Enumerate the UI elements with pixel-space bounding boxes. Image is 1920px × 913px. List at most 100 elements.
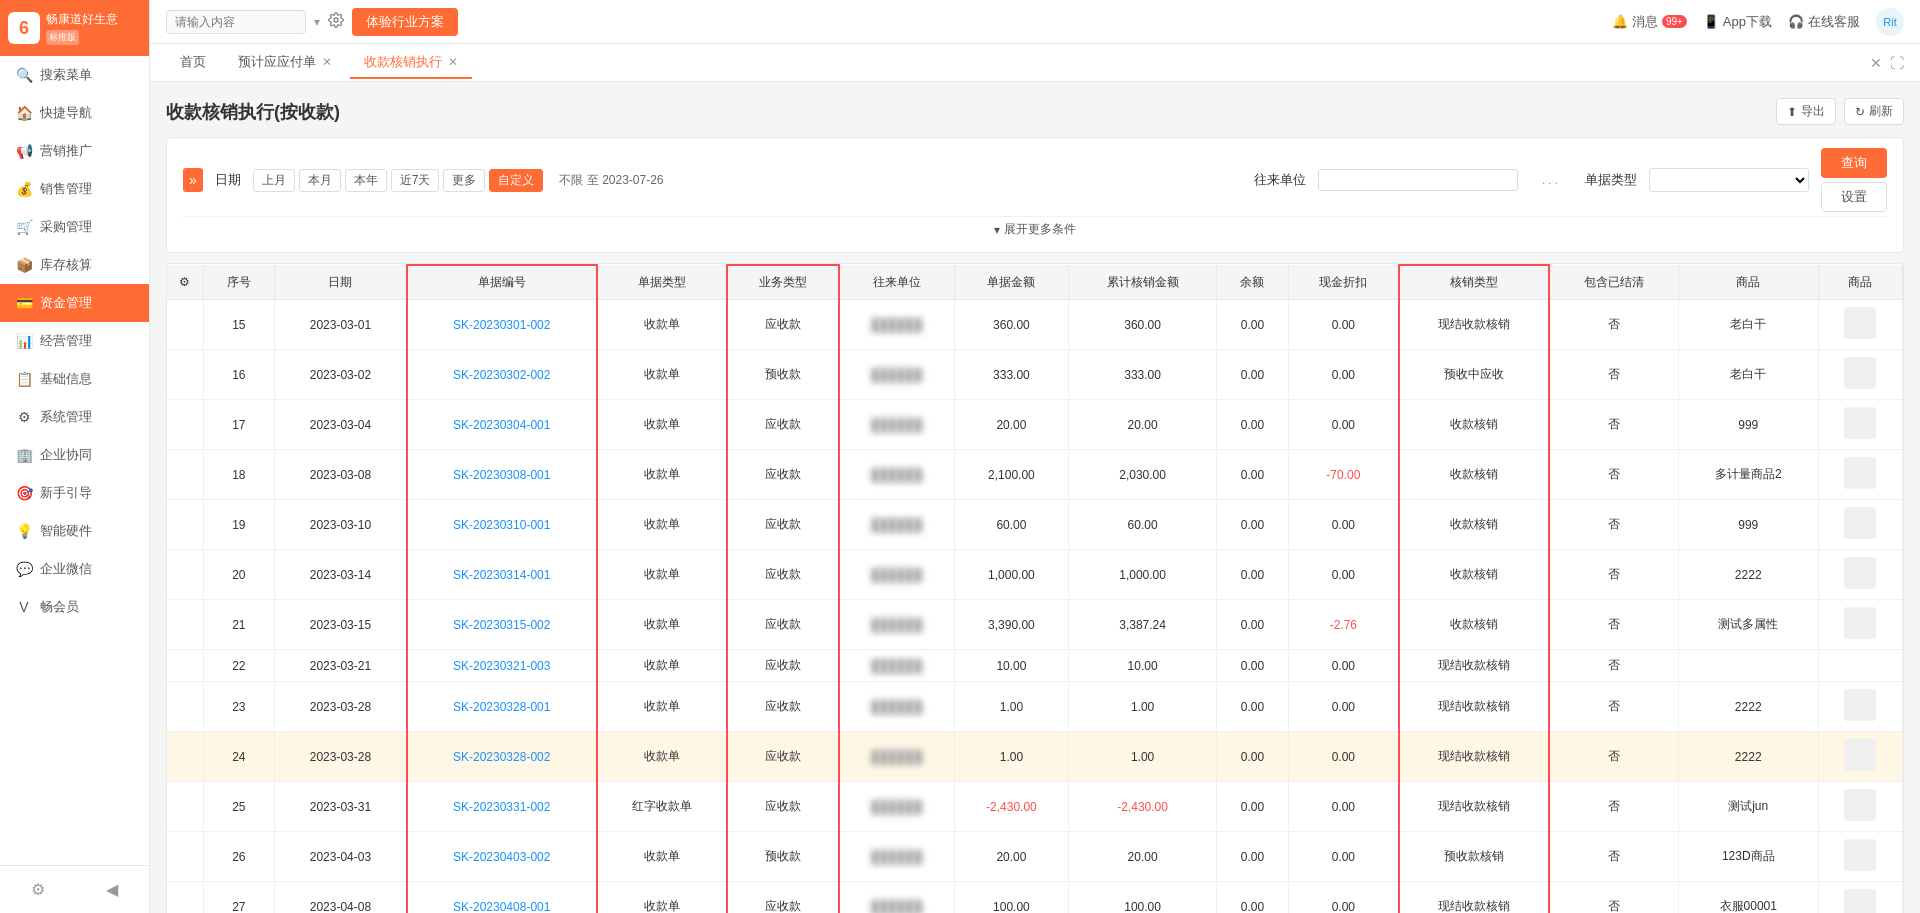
chart-icon: 📊 [16, 333, 32, 349]
filter-date-range: 不限 至 2023-07-26 [559, 172, 663, 189]
cell-counterparty: ██████ [839, 832, 954, 882]
cell-writeoff-type: 收款核销 [1399, 550, 1549, 600]
sidebar-item-inventory[interactable]: 📦 库存核算 [0, 246, 149, 284]
sidebar-item-sales[interactable]: 💰 销售管理 [0, 170, 149, 208]
sidebar-item-enterprise[interactable]: 🏢 企业协同 [0, 436, 149, 474]
sidebar-item-search[interactable]: 🔍 搜索菜单 [0, 56, 149, 94]
voucher-no-link[interactable]: SK-20230308-001 [453, 468, 550, 482]
cell-date: 2023-04-03 [275, 832, 407, 882]
sidebar-item-purchase[interactable]: 🛒 采购管理 [0, 208, 149, 246]
date-last-month-btn[interactable]: 上月 [253, 169, 295, 192]
tab-home[interactable]: 首页 [166, 47, 220, 79]
table-row: 18 2023-03-08 SK-20230308-001 收款单 应收款 ██… [167, 450, 1903, 500]
cell-writeoff-amount: 1.00 [1069, 732, 1217, 782]
tab-collect[interactable]: 收款核销执行 ✕ [350, 47, 472, 79]
cell-checkbox [167, 400, 203, 450]
voucher-no-link[interactable]: SK-20230304-001 [453, 418, 550, 432]
voucher-no-link[interactable]: SK-20230331-002 [453, 800, 550, 814]
date-7days-btn[interactable]: 近7天 [391, 169, 440, 192]
voucher-no-link[interactable]: SK-20230302-002 [453, 368, 550, 382]
cell-amount: 100.00 [954, 882, 1068, 914]
sidebar-item-marketing[interactable]: 📢 营销推广 [0, 132, 149, 170]
chevron-down-icon: ▾ [994, 223, 1000, 237]
table-row: 16 2023-03-02 SK-20230302-002 收款单 预收款 ██… [167, 350, 1903, 400]
cell-checkbox [167, 350, 203, 400]
voucher-no-link[interactable]: SK-20230403-002 [453, 850, 550, 864]
cell-checkbox [167, 732, 203, 782]
cell-amount: 333.00 [954, 350, 1068, 400]
cell-goods: 123D商品 [1678, 832, 1818, 882]
tab-close-all-icon[interactable]: ✕ [1870, 55, 1882, 71]
cell-writeoff-amount: 20.00 [1069, 832, 1217, 882]
user-avatar[interactable]: Rit [1876, 8, 1904, 36]
tab-expand-icon[interactable]: ⛶ [1890, 55, 1904, 71]
cell-cash-discount: 0.00 [1288, 400, 1399, 450]
gear-icon: ⚙ [16, 409, 32, 425]
filter-settings-btn[interactable]: 设置 [1821, 182, 1887, 212]
sidebar-item-member[interactable]: V 畅会员 [0, 588, 149, 626]
date-this-year-btn[interactable]: 本年 [345, 169, 387, 192]
sidebar-item-finance[interactable]: 💳 资金管理 [0, 284, 149, 322]
cell-writeoff-amount: 2,030.00 [1069, 450, 1217, 500]
home-icon: 🏠 [16, 105, 32, 121]
cell-include-settled: 否 [1549, 600, 1679, 650]
cell-cash-discount: 0.00 [1288, 550, 1399, 600]
query-btn[interactable]: 查询 [1821, 148, 1887, 178]
notification-btn[interactable]: 🔔 消息 99+ [1612, 13, 1687, 31]
filter-more-dots[interactable]: ... [1530, 173, 1573, 187]
export-btn[interactable]: ⬆ 导出 [1776, 98, 1836, 125]
tab-collect-close[interactable]: ✕ [448, 55, 458, 69]
table-row: 22 2023-03-21 SK-20230321-003 收款单 应收款 ██… [167, 650, 1903, 682]
filter-counterparty-input[interactable] [1318, 169, 1518, 191]
topbar-gear-icon[interactable] [328, 12, 344, 31]
sidebar-item-hardware[interactable]: 💡 智能硬件 [0, 512, 149, 550]
cell-goods [1678, 650, 1818, 682]
cell-amount: 1,000.00 [954, 550, 1068, 600]
voucher-no-link[interactable]: SK-20230314-001 [453, 568, 550, 582]
cell-goods: 测试jun [1678, 782, 1818, 832]
filter-toggle-btn[interactable]: » [183, 168, 203, 192]
date-custom-btn[interactable]: 自定义 [489, 169, 543, 192]
cell-amount: 3,390.00 [954, 600, 1068, 650]
sidebar-settings-btn[interactable]: ⚙ [25, 874, 51, 905]
cell-writeoff-type: 收款核销 [1399, 400, 1549, 450]
voucher-no-link[interactable]: SK-20230310-001 [453, 518, 550, 532]
cell-date: 2023-03-21 [275, 650, 407, 682]
voucher-no-link[interactable]: SK-20230301-002 [453, 318, 550, 332]
cell-cash-discount: 0.00 [1288, 782, 1399, 832]
cell-cash-discount: 0.00 [1288, 882, 1399, 914]
date-this-month-btn[interactable]: 本月 [299, 169, 341, 192]
cell-include-settled: 否 [1549, 500, 1679, 550]
date-more-btn[interactable]: 更多 [443, 169, 485, 192]
data-table-container: ⚙ 序号 日期 单据编号 单据类型 业务类型 往来单位 单据金额 累计核销金额 … [166, 263, 1904, 913]
cell-no: 24 [203, 732, 275, 782]
sidebar-item-quicknav[interactable]: 🏠 快捷导航 [0, 94, 149, 132]
sidebar-item-basic[interactable]: 📋 基础信息 [0, 360, 149, 398]
app-download-btn[interactable]: 📱 App下载 [1703, 13, 1772, 31]
voucher-no-link[interactable]: SK-20230315-002 [453, 618, 550, 632]
sidebar-item-operations[interactable]: 📊 经营管理 [0, 322, 149, 360]
tab-prepay[interactable]: 预计应应付单 ✕ [224, 47, 346, 79]
topbar-search-input[interactable] [166, 10, 306, 34]
topbar-dropdown-arrow[interactable]: ▾ [314, 15, 320, 29]
tab-prepay-close[interactable]: ✕ [322, 55, 332, 69]
voucher-no-link[interactable]: SK-20230328-002 [453, 750, 550, 764]
cell-counterparty: ██████ [839, 600, 954, 650]
voucher-no-link[interactable]: SK-20230408-001 [453, 900, 550, 914]
filter-expand-btn[interactable]: ▾ 展开更多条件 [183, 216, 1887, 242]
trial-industry-btn[interactable]: 体验行业方案 [352, 8, 458, 36]
filter-voucher-type-select[interactable] [1649, 168, 1809, 192]
voucher-no-link[interactable]: SK-20230321-003 [453, 659, 550, 673]
logo-badge: 标推版 [46, 30, 79, 45]
refresh-btn[interactable]: ↻ 刷新 [1844, 98, 1904, 125]
sidebar-item-wechat[interactable]: 💬 企业微信 [0, 550, 149, 588]
cell-date: 2023-03-08 [275, 450, 407, 500]
sidebar-item-system[interactable]: ⚙ 系统管理 [0, 398, 149, 436]
voucher-no-link[interactable]: SK-20230328-001 [453, 700, 550, 714]
sidebar-collapse-btn[interactable]: ◀ [100, 874, 124, 905]
online-service-btn[interactable]: 🎧 在线客服 [1788, 13, 1860, 31]
sidebar-item-guide[interactable]: 🎯 新手引导 [0, 474, 149, 512]
cell-voucher-no: SK-20230304-001 [407, 400, 597, 450]
th-setting[interactable]: ⚙ [167, 265, 203, 300]
cell-voucher-type: 收款单 [597, 400, 728, 450]
